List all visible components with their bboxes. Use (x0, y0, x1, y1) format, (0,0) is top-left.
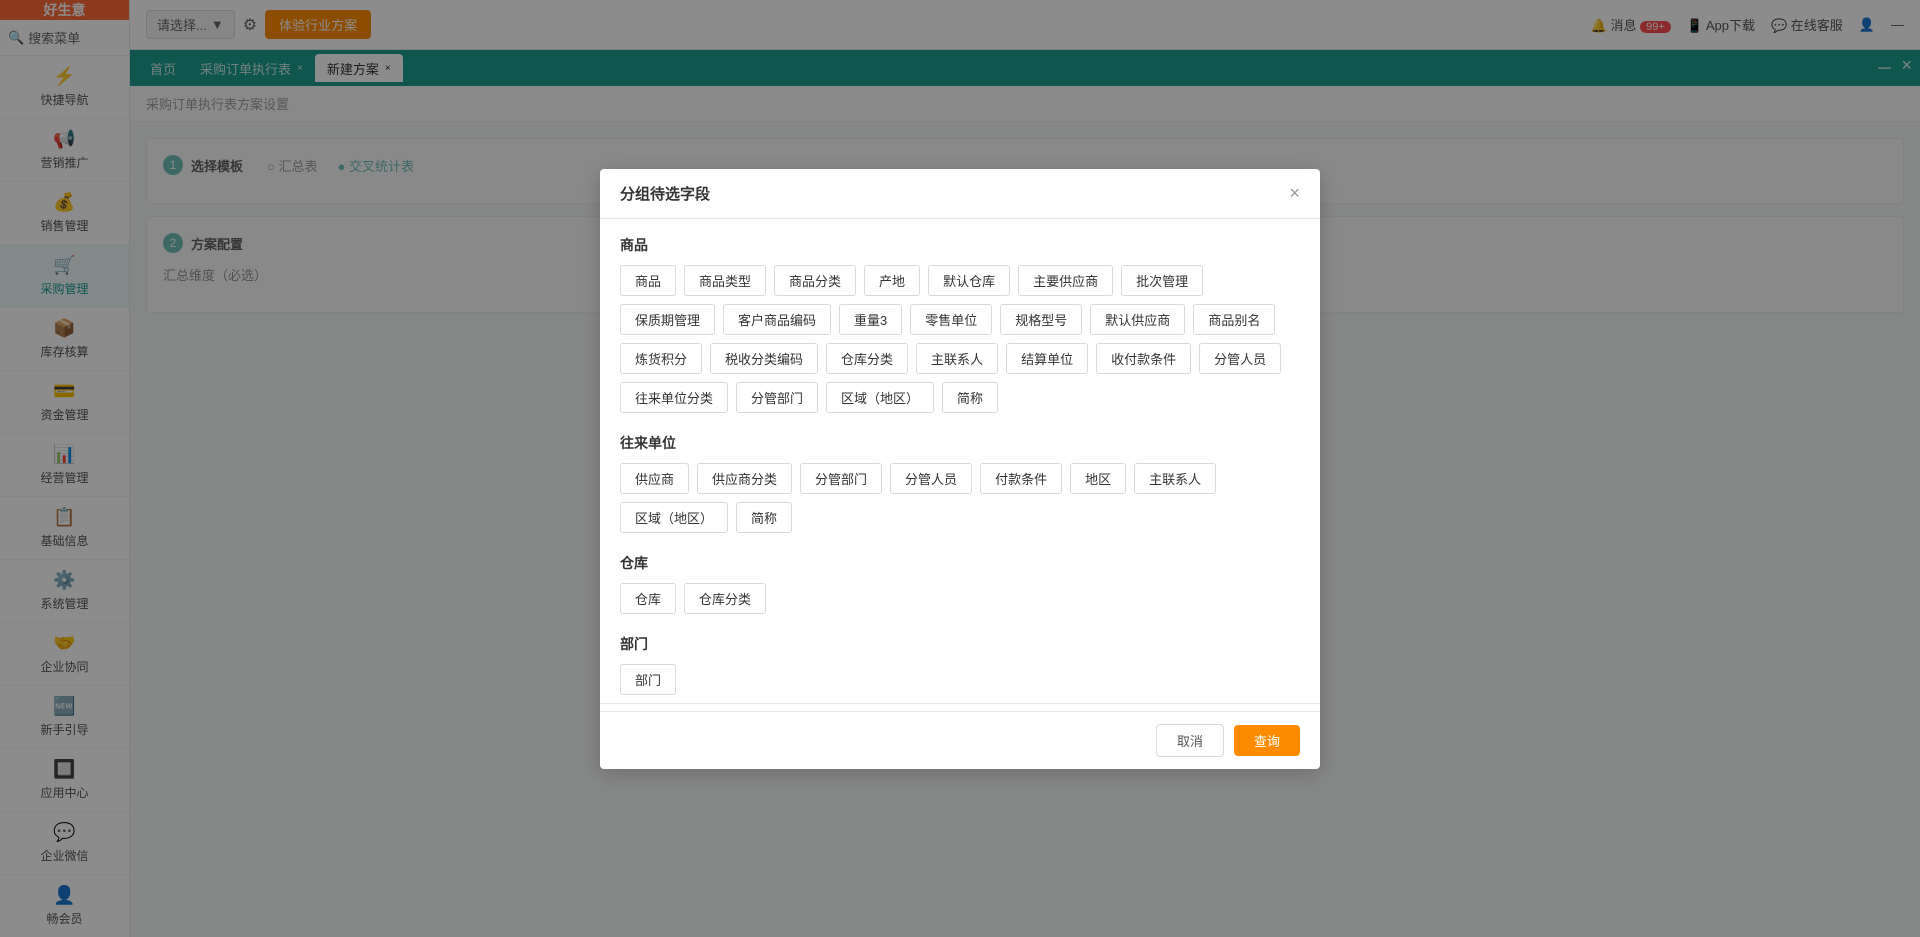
field-tag[interactable]: 重量3 (839, 304, 902, 335)
field-tag[interactable]: 商品分类 (774, 265, 856, 296)
field-tag[interactable]: 零售单位 (910, 304, 992, 335)
field-tag[interactable]: 仓库 (620, 583, 676, 614)
field-tag[interactable]: 客户商品编码 (723, 304, 831, 335)
field-tag[interactable]: 默认供应商 (1090, 304, 1185, 335)
field-tag[interactable]: 往来单位分类 (620, 382, 728, 413)
modal-title: 分组待选字段 (620, 183, 710, 204)
warehouse-tags: 仓库仓库分类 (620, 583, 1300, 614)
modal-close-button[interactable]: × (1289, 183, 1300, 204)
field-tag[interactable]: 部门 (620, 664, 676, 695)
field-tag[interactable]: 炼货积分 (620, 343, 702, 374)
section-partner-title: 往来单位 (620, 433, 1300, 453)
field-tag[interactable]: 商品类型 (684, 265, 766, 296)
field-tag[interactable]: 主联系人 (1134, 463, 1216, 494)
field-tag[interactable]: 产地 (864, 265, 920, 296)
field-tag[interactable]: 区域（地区） (826, 382, 934, 413)
field-tag[interactable]: 仓库分类 (826, 343, 908, 374)
field-tag[interactable]: 供应商分类 (697, 463, 792, 494)
field-tag[interactable]: 仓库分类 (684, 583, 766, 614)
modal-hscroll[interactable] (600, 703, 1320, 711)
field-tag[interactable]: 收付款条件 (1096, 343, 1191, 374)
section-department: 部门 部门 (620, 634, 1300, 695)
section-goods-title: 商品 (620, 235, 1300, 255)
field-tag[interactable]: 地区 (1070, 463, 1126, 494)
goods-tags: 商品商品类型商品分类产地默认仓库主要供应商批次管理保质期管理客户商品编码重量3 零… (620, 265, 1300, 413)
field-tag[interactable]: 简称 (942, 382, 998, 413)
department-tags: 部门 (620, 664, 1300, 695)
field-tag[interactable]: 简称 (736, 502, 792, 533)
field-tag[interactable]: 默认仓库 (928, 265, 1010, 296)
field-tag[interactable]: 分管人员 (1199, 343, 1281, 374)
section-partner: 往来单位 供应商供应商分类分管部门分管人员付款条件地区主联系人区域（地区） 简称 (620, 433, 1300, 533)
field-tag[interactable]: 商品 (620, 265, 676, 296)
section-department-title: 部门 (620, 634, 1300, 654)
field-tag[interactable]: 区域（地区） (620, 502, 728, 533)
cancel-button[interactable]: 取消 (1156, 724, 1224, 757)
field-tag[interactable]: 保质期管理 (620, 304, 715, 335)
field-tag[interactable]: 批次管理 (1121, 265, 1203, 296)
confirm-button[interactable]: 查询 (1234, 725, 1300, 756)
section-warehouse: 仓库 仓库仓库分类 (620, 553, 1300, 614)
field-tag[interactable]: 供应商 (620, 463, 689, 494)
field-tag[interactable]: 规格型号 (1000, 304, 1082, 335)
field-tag[interactable]: 主要供应商 (1018, 265, 1113, 296)
section-goods: 商品 商品商品类型商品分类产地默认仓库主要供应商批次管理保质期管理客户商品编码重… (620, 235, 1300, 413)
section-warehouse-title: 仓库 (620, 553, 1300, 573)
modal-header: 分组待选字段 × (600, 169, 1320, 219)
field-tag[interactable]: 分管部门 (800, 463, 882, 494)
modal-body[interactable]: 商品 商品商品类型商品分类产地默认仓库主要供应商批次管理保质期管理客户商品编码重… (600, 219, 1320, 703)
field-tag[interactable]: 付款条件 (980, 463, 1062, 494)
field-tag[interactable]: 主联系人 (916, 343, 998, 374)
modal-footer: 取消 查询 (600, 711, 1320, 769)
field-select-modal: 分组待选字段 × 商品 商品商品类型商品分类产地默认仓库主要供应商批次管理保质期… (600, 169, 1320, 769)
partner-tags: 供应商供应商分类分管部门分管人员付款条件地区主联系人区域（地区） 简称 (620, 463, 1300, 533)
field-tag[interactable]: 税收分类编码 (710, 343, 818, 374)
field-tag[interactable]: 分管部门 (736, 382, 818, 413)
field-tag[interactable]: 商品别名 (1193, 304, 1275, 335)
field-tag[interactable]: 分管人员 (890, 463, 972, 494)
field-tag[interactable]: 结算单位 (1006, 343, 1088, 374)
modal-overlay: 分组待选字段 × 商品 商品商品类型商品分类产地默认仓库主要供应商批次管理保质期… (0, 0, 1920, 937)
